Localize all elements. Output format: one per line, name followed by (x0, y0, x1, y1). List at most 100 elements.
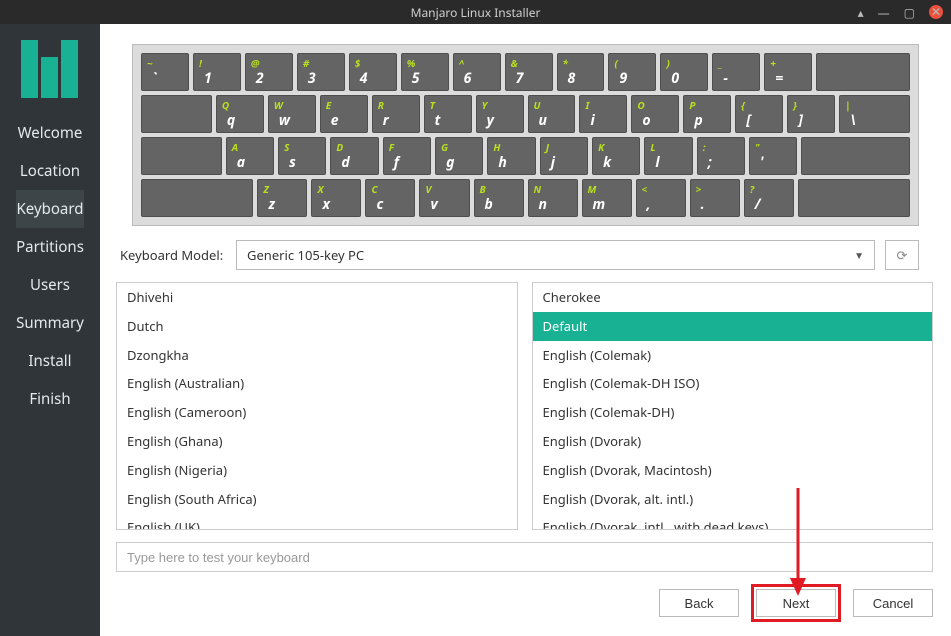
key-blank (798, 179, 910, 217)
keyboard-preview: ~`!1@2#3$4%5^6&7*8(9)0_-+=QqWwEeRrTtYyUu… (132, 44, 919, 226)
layout-item[interactable]: English (South Africa) (117, 485, 517, 514)
key-blank (816, 53, 910, 91)
key-i: Ii (579, 95, 627, 133)
key-char: |\ (839, 95, 910, 133)
key-2: @2 (245, 53, 293, 91)
key-a: Aa (226, 137, 274, 175)
sidebar-item-summary[interactable]: Summary (16, 304, 84, 342)
key-g: Gg (435, 137, 483, 175)
key-j: Jj (540, 137, 588, 175)
key-k: Kk (592, 137, 640, 175)
key-s: Ss (278, 137, 326, 175)
manjaro-logo-icon (21, 40, 79, 98)
key-3: #3 (297, 53, 345, 91)
sidebar-item-install[interactable]: Install (16, 342, 84, 380)
sidebar-item-keyboard[interactable]: Keyboard (16, 190, 84, 228)
key-char: ~` (141, 53, 189, 91)
key-blank (141, 179, 253, 217)
window-title: Manjaro Linux Installer (411, 4, 541, 21)
maximize-icon[interactable]: ▢ (904, 4, 915, 21)
key-char: {[ (735, 95, 783, 133)
key-f: Ff (383, 137, 431, 175)
key-t: Tt (424, 95, 472, 133)
key-char: <, (636, 179, 686, 217)
variant-item[interactable]: English (Colemak-DH) (533, 398, 933, 427)
key-c: Cc (365, 179, 415, 217)
keyboard-model-select[interactable]: Generic 105-key PC ▼ (236, 240, 875, 270)
sidebar: WelcomeLocationKeyboardPartitionsUsersSu… (0, 24, 100, 636)
layout-listbox[interactable]: DhivehiDutchDzongkhaEnglish (Australian)… (116, 282, 518, 530)
keyboard-test-input[interactable] (116, 542, 933, 572)
key-char: }] (787, 95, 835, 133)
variant-item[interactable]: Cherokee (533, 283, 933, 312)
key-char: ?/ (744, 179, 794, 217)
key-blank (801, 137, 910, 175)
cancel-button[interactable]: Cancel (853, 589, 933, 617)
titlebar: Manjaro Linux Installer ▴ — ▢ ✕ (0, 0, 951, 24)
back-button[interactable]: Back (659, 589, 739, 617)
key-h: Hh (487, 137, 535, 175)
variant-item[interactable]: English (Dvorak) (533, 427, 933, 456)
next-button[interactable]: Next (756, 589, 836, 617)
layout-item[interactable]: English (UK) (117, 513, 517, 530)
sidebar-item-partitions[interactable]: Partitions (16, 228, 84, 266)
chevron-down-icon: ▼ (854, 248, 864, 262)
model-label: Keyboard Model: (116, 246, 226, 264)
layout-item[interactable]: English (Australian) (117, 369, 517, 398)
key-char: += (764, 53, 812, 91)
key-x: Xx (311, 179, 361, 217)
key-blank (141, 137, 222, 175)
key-char: >. (690, 179, 740, 217)
key-z: Zz (257, 179, 307, 217)
key-char: _- (712, 53, 760, 91)
sidebar-item-welcome[interactable]: Welcome (16, 114, 84, 152)
key-d: Dd (330, 137, 378, 175)
close-icon[interactable]: ✕ (929, 5, 943, 19)
variant-item[interactable]: English (Dvorak, Macintosh) (533, 456, 933, 485)
key-6: ^6 (453, 53, 501, 91)
layout-item[interactable]: English (Nigeria) (117, 456, 517, 485)
variant-item[interactable]: English (Colemak-DH ISO) (533, 369, 933, 398)
variant-listbox[interactable]: CherokeeDefaultEnglish (Colemak)English … (532, 282, 934, 530)
key-e: Ee (320, 95, 368, 133)
layout-item[interactable]: English (Ghana) (117, 427, 517, 456)
key-u: Uu (528, 95, 576, 133)
minimize-icon[interactable]: — (878, 4, 890, 21)
layout-item[interactable]: Dutch (117, 312, 517, 341)
key-char: :; (697, 137, 745, 175)
key-7: &7 (505, 53, 553, 91)
key-4: $4 (349, 53, 397, 91)
sidebar-item-location[interactable]: Location (16, 152, 84, 190)
key-v: Vv (419, 179, 469, 217)
key-8: *8 (557, 53, 605, 91)
shade-icon[interactable]: ▴ (858, 4, 864, 21)
keyboard-model-value: Generic 105-key PC (247, 246, 364, 264)
key-b: Bb (474, 179, 524, 217)
key-r: Rr (372, 95, 420, 133)
key-l: Ll (644, 137, 692, 175)
variant-item[interactable]: English (Dvorak, alt. intl.) (533, 485, 933, 514)
main-panel: ~`!1@2#3$4%5^6&7*8(9)0_-+=QqWwEeRrTtYyUu… (100, 24, 951, 636)
key-9: (9 (608, 53, 656, 91)
layout-item[interactable]: Dzongkha (117, 341, 517, 370)
key-char: "' (749, 137, 797, 175)
variant-item[interactable]: English (Colemak) (533, 341, 933, 370)
layout-item[interactable]: Dhivehi (117, 283, 517, 312)
reset-model-button[interactable]: ⟳ (885, 240, 919, 270)
variant-item[interactable]: Default (533, 312, 933, 341)
key-1: !1 (193, 53, 241, 91)
sidebar-item-users[interactable]: Users (16, 266, 84, 304)
next-button-highlight: Next (751, 584, 841, 622)
key-5: %5 (401, 53, 449, 91)
sidebar-item-finish[interactable]: Finish (16, 380, 84, 418)
key-blank (141, 95, 212, 133)
footer: Back Next Cancel (100, 574, 951, 636)
key-p: Pp (683, 95, 731, 133)
variant-item[interactable]: English (Dvorak, intl., with dead keys) (533, 513, 933, 530)
key-m: Mm (582, 179, 632, 217)
key-0: )0 (660, 53, 708, 91)
refresh-icon: ⟳ (897, 246, 908, 264)
key-q: Qq (216, 95, 264, 133)
key-o: Oo (631, 95, 679, 133)
layout-item[interactable]: English (Cameroon) (117, 398, 517, 427)
